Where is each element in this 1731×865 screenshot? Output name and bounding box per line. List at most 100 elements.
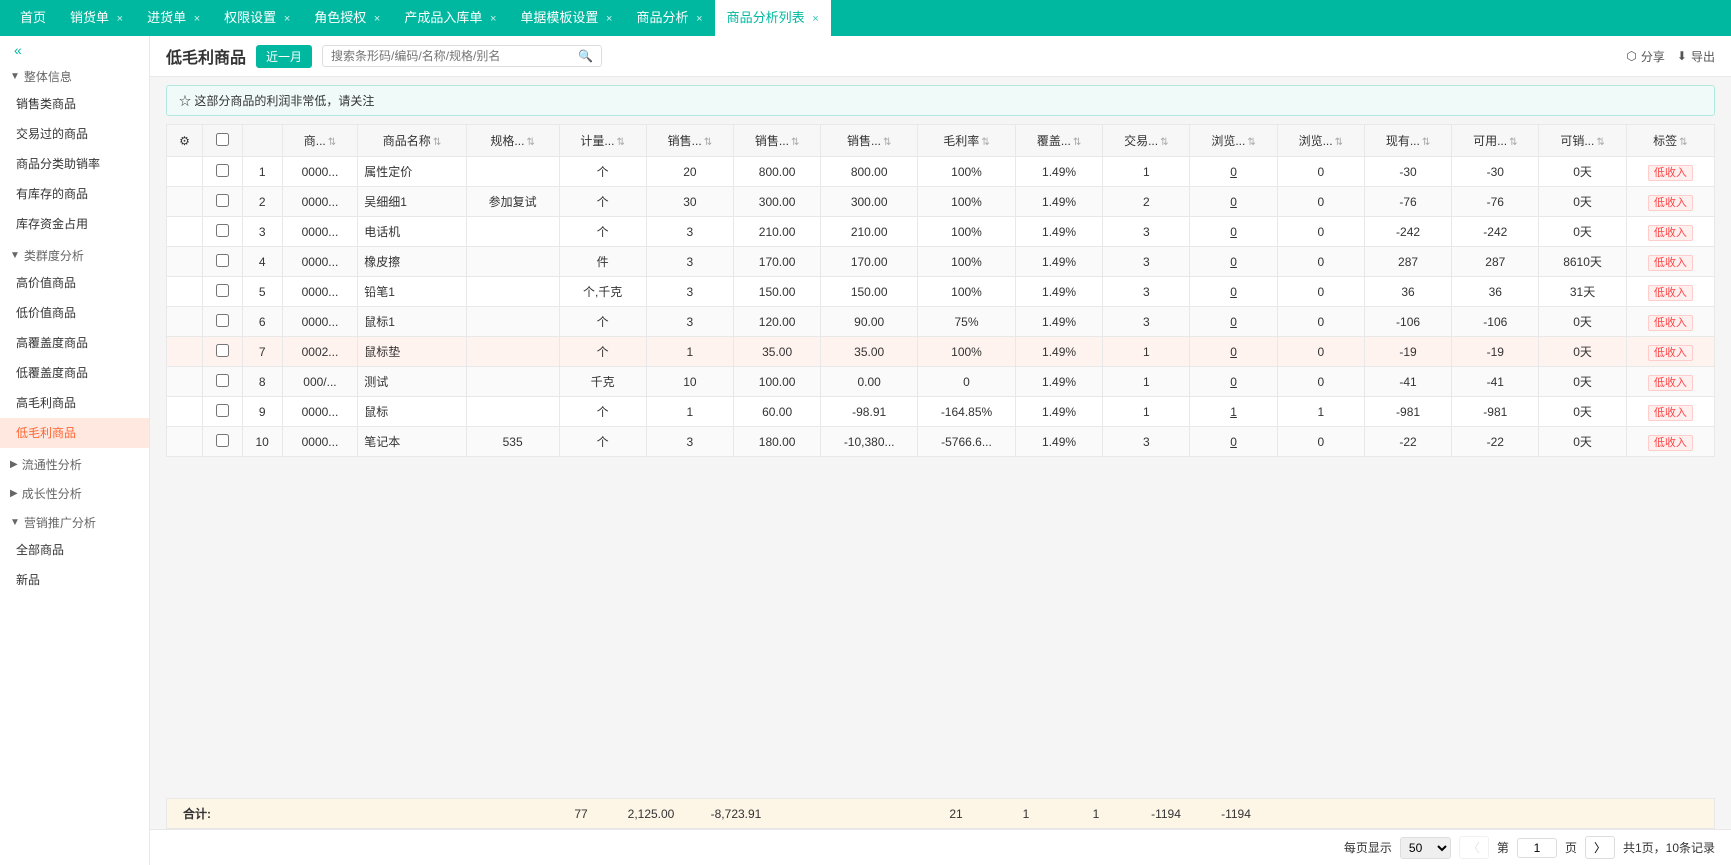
- cell-checkbox[interactable]: [203, 277, 243, 307]
- nav-item-product-analysis-list[interactable]: 商品分析列表 ×: [715, 0, 831, 36]
- col-gross-rate[interactable]: 毛利率⇅: [918, 125, 1016, 157]
- row-checkbox[interactable]: [216, 194, 229, 207]
- col-sales-profit[interactable]: 销售...⇅: [821, 125, 918, 157]
- table-row[interactable]: 8 000/... 测试 千克 10 100.00 0.00 0 1.49% 1…: [167, 367, 1715, 397]
- table-row[interactable]: 4 0000... 橡皮擦 件 3 170.00 170.00 100% 1.4…: [167, 247, 1715, 277]
- prev-page-button[interactable]: 〈: [1459, 836, 1489, 859]
- col-code[interactable]: 商...⇅: [282, 125, 358, 157]
- page-number-input[interactable]: [1517, 838, 1557, 858]
- select-all-checkbox[interactable]: [216, 133, 229, 146]
- sidebar-item-stock-capital[interactable]: 库存资金占用: [0, 209, 149, 239]
- col-current[interactable]: 现有...⇅: [1364, 125, 1451, 157]
- table-row[interactable]: 1 0000... 属性定价 个 20 800.00 800.00 100% 1…: [167, 157, 1715, 187]
- cell-browse1[interactable]: 0: [1190, 247, 1277, 277]
- nav-close-product-entry[interactable]: ×: [490, 13, 496, 25]
- sidebar-item-traded-goods[interactable]: 交易过的商品: [0, 119, 149, 149]
- col-browse2[interactable]: 浏览...⇅: [1277, 125, 1364, 157]
- cell-browse1[interactable]: 0: [1190, 367, 1277, 397]
- cell-browse1[interactable]: 0: [1190, 217, 1277, 247]
- sidebar-group-overall[interactable]: ▼ 整体信息: [0, 60, 149, 89]
- table-row[interactable]: 5 0000... 铅笔1 个,千克 3 150.00 150.00 100% …: [167, 277, 1715, 307]
- col-spec[interactable]: 规格...⇅: [466, 125, 559, 157]
- row-checkbox[interactable]: [216, 254, 229, 267]
- cell-checkbox[interactable]: [203, 367, 243, 397]
- sidebar-item-category-rate[interactable]: 商品分类助销率: [0, 149, 149, 179]
- col-transaction[interactable]: 交易...⇅: [1103, 125, 1190, 157]
- nav-close-template[interactable]: ×: [606, 13, 612, 25]
- sidebar-group-marketing[interactable]: ▼ 营销推广分析: [0, 506, 149, 535]
- col-sales-qty[interactable]: 销售...⇅: [646, 125, 733, 157]
- cell-browse1[interactable]: 0: [1190, 337, 1277, 367]
- row-checkbox[interactable]: [216, 284, 229, 297]
- col-available[interactable]: 可用...⇅: [1452, 125, 1539, 157]
- sidebar-group-circulation[interactable]: ▶ 流通性分析: [0, 448, 149, 477]
- col-tag[interactable]: 标签⇅: [1626, 125, 1714, 157]
- cell-browse1[interactable]: 0: [1190, 307, 1277, 337]
- cell-browse1[interactable]: 0: [1190, 277, 1277, 307]
- table-row[interactable]: 9 0000... 鼠标 个 1 60.00 -98.91 -164.85% 1…: [167, 397, 1715, 427]
- col-browse1[interactable]: 浏览...⇅: [1190, 125, 1277, 157]
- sidebar-item-low-margin[interactable]: 低毛利商品: [0, 418, 149, 448]
- page-size-select[interactable]: 50 100: [1400, 837, 1451, 859]
- time-filter-button[interactable]: 近一月: [256, 45, 312, 68]
- cell-checkbox[interactable]: [203, 427, 243, 457]
- table-row[interactable]: 2 0000... 吴细细1 参加复试 个 30 300.00 300.00 1…: [167, 187, 1715, 217]
- row-checkbox[interactable]: [216, 374, 229, 387]
- row-checkbox[interactable]: [216, 164, 229, 177]
- col-unit[interactable]: 计量...⇅: [559, 125, 646, 157]
- next-page-button[interactable]: 〉: [1585, 836, 1615, 859]
- sidebar-item-high-value[interactable]: 高价值商品: [0, 268, 149, 298]
- col-settings[interactable]: ⚙: [167, 125, 203, 157]
- col-name[interactable]: 商品名称⇅: [358, 125, 467, 157]
- search-icon[interactable]: 🔍: [578, 49, 593, 63]
- cell-checkbox[interactable]: [203, 157, 243, 187]
- table-row[interactable]: 6 0000... 鼠标1 个 3 120.00 90.00 75% 1.49%…: [167, 307, 1715, 337]
- cell-checkbox[interactable]: [203, 307, 243, 337]
- row-checkbox[interactable]: [216, 314, 229, 327]
- table-row[interactable]: 7 0002... 鼠标垫 个 1 35.00 35.00 100% 1.49%…: [167, 337, 1715, 367]
- sidebar-item-low-value[interactable]: 低价值商品: [0, 298, 149, 328]
- sidebar-item-high-coverage[interactable]: 高覆盖度商品: [0, 328, 149, 358]
- col-coverage[interactable]: 覆盖...⇅: [1015, 125, 1102, 157]
- sidebar-collapse-btn[interactable]: «: [10, 42, 26, 58]
- table-row[interactable]: 3 0000... 电话机 个 3 210.00 210.00 100% 1.4…: [167, 217, 1715, 247]
- nav-close-permission[interactable]: ×: [284, 13, 290, 25]
- cell-browse1[interactable]: 1: [1190, 397, 1277, 427]
- sidebar-item-new-goods[interactable]: 新品: [0, 565, 149, 595]
- cell-browse1[interactable]: 0: [1190, 187, 1277, 217]
- nav-item-template[interactable]: 单据模板设置 ×: [508, 0, 624, 36]
- sidebar-item-low-coverage[interactable]: 低覆盖度商品: [0, 358, 149, 388]
- cell-checkbox[interactable]: [203, 247, 243, 277]
- row-checkbox[interactable]: [216, 404, 229, 417]
- row-checkbox[interactable]: [216, 224, 229, 237]
- nav-item-purchase[interactable]: 进货单 ×: [135, 0, 212, 36]
- nav-close-sales[interactable]: ×: [117, 13, 123, 25]
- cell-checkbox[interactable]: [203, 187, 243, 217]
- export-button[interactable]: ⬇ 导出: [1677, 48, 1715, 65]
- row-checkbox[interactable]: [216, 434, 229, 447]
- search-input[interactable]: [331, 49, 578, 63]
- nav-close-purchase[interactable]: ×: [194, 13, 200, 25]
- nav-item-permission[interactable]: 权限设置 ×: [212, 0, 302, 36]
- sidebar-group-growth[interactable]: ▶ 成长性分析: [0, 477, 149, 506]
- cell-checkbox[interactable]: [203, 397, 243, 427]
- nav-close-product-analysis-list[interactable]: ×: [812, 13, 818, 25]
- col-sales-price[interactable]: 销售...⇅: [734, 125, 821, 157]
- sidebar-item-high-margin[interactable]: 高毛利商品: [0, 388, 149, 418]
- cell-checkbox[interactable]: [203, 337, 243, 367]
- nav-item-home[interactable]: 首页: [8, 0, 58, 36]
- row-checkbox[interactable]: [216, 344, 229, 357]
- table-row[interactable]: 10 0000... 笔记本 535 个 3 180.00 -10,380...…: [167, 427, 1715, 457]
- share-button[interactable]: ⬡ 分享: [1626, 48, 1665, 65]
- col-saleable[interactable]: 可销...⇅: [1539, 125, 1626, 157]
- sidebar-item-all-goods[interactable]: 全部商品: [0, 535, 149, 565]
- table-container[interactable]: ⚙ 商...⇅ 商品名称⇅ 规格...⇅ 计量...⇅ 销售...⇅ 销售...…: [150, 124, 1731, 798]
- cell-browse1[interactable]: 0: [1190, 427, 1277, 457]
- nav-item-sales[interactable]: 销货单 ×: [58, 0, 135, 36]
- nav-item-product-entry[interactable]: 产成品入库单 ×: [392, 0, 508, 36]
- sidebar-group-cluster[interactable]: ▼ 类群度分析: [0, 239, 149, 268]
- cell-checkbox[interactable]: [203, 217, 243, 247]
- settings-icon[interactable]: ⚙: [179, 134, 190, 148]
- cell-browse1[interactable]: 0: [1190, 157, 1277, 187]
- nav-close-product-analysis[interactable]: ×: [696, 13, 702, 25]
